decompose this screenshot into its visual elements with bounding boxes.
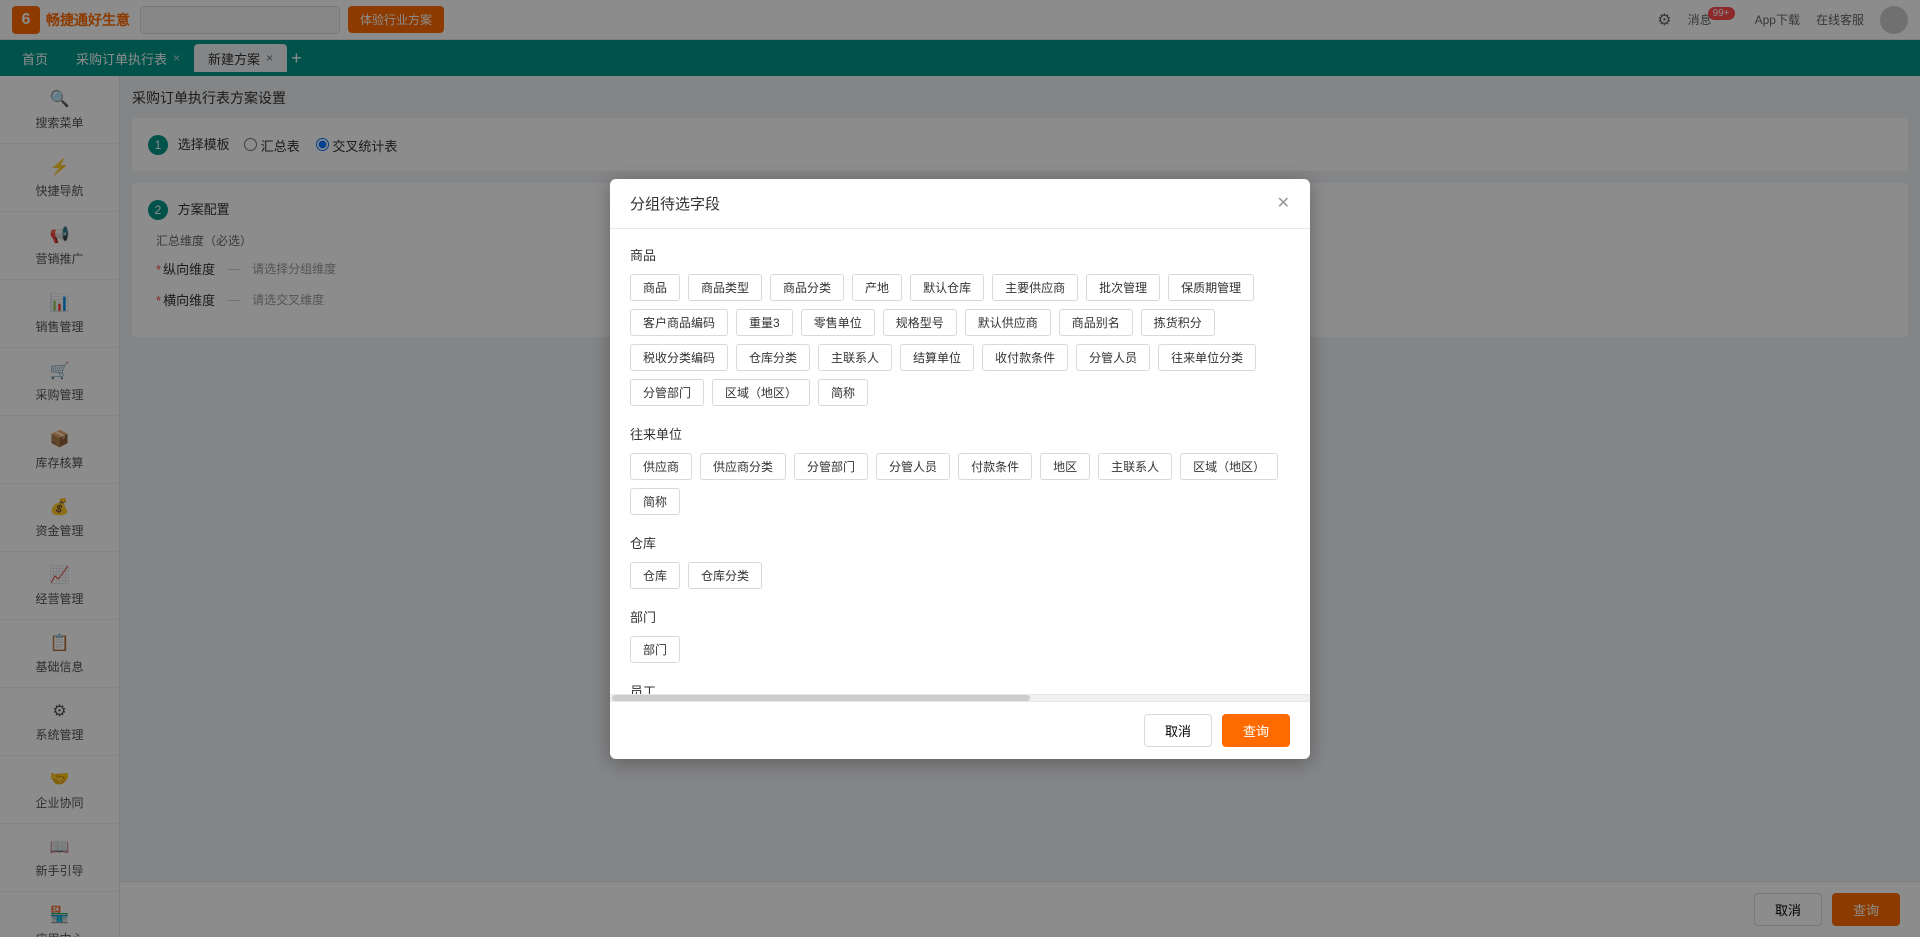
modal-overlay: 分组待选字段 ✕ 商品 商品 商品类型 商品分类 产地 默认仓库 主要供应商 批… bbox=[0, 0, 1920, 937]
field-tag-department[interactable]: 部门 bbox=[630, 636, 680, 663]
section-warehouse-title: 仓库 bbox=[630, 533, 1290, 552]
section-department-title: 部门 bbox=[630, 607, 1290, 626]
field-tag-sup-dept[interactable]: 分管部门 bbox=[794, 453, 868, 480]
field-tag-tax-code[interactable]: 税收分类编码 bbox=[630, 344, 728, 371]
field-tag-goods-type[interactable]: 商品类型 bbox=[688, 274, 762, 301]
modal-footer: 取消 查询 bbox=[610, 701, 1310, 759]
field-tag-goods-alias[interactable]: 商品别名 bbox=[1059, 309, 1133, 336]
field-tag-supervisor[interactable]: 分管人员 bbox=[1076, 344, 1150, 371]
field-tag-pick-score[interactable]: 拣货积分 bbox=[1141, 309, 1215, 336]
section-partner: 往来单位 供应商 供应商分类 分管部门 分管人员 付款条件 地区 主联系人 区域… bbox=[630, 424, 1290, 515]
field-tag-main-contact[interactable]: 主联系人 bbox=[818, 344, 892, 371]
section-employee-title: 员工 bbox=[630, 681, 1290, 694]
modal-hscrollbar[interactable] bbox=[610, 694, 1310, 701]
field-tag-warehouse[interactable]: 仓库 bbox=[630, 562, 680, 589]
field-tag-dept[interactable]: 分管部门 bbox=[630, 379, 704, 406]
section-goods: 商品 商品 商品类型 商品分类 产地 默认仓库 主要供应商 批次管理 保质期管理… bbox=[630, 245, 1290, 406]
field-tag-spec[interactable]: 规格型号 bbox=[883, 309, 957, 336]
field-tag-pay-terms[interactable]: 付款条件 bbox=[958, 453, 1032, 480]
field-select-modal: 分组待选字段 ✕ 商品 商品 商品类型 商品分类 产地 默认仓库 主要供应商 批… bbox=[610, 179, 1310, 759]
field-tag-supplier-cat[interactable]: 供应商分类 bbox=[700, 453, 786, 480]
field-tag-partner-cat[interactable]: 往来单位分类 bbox=[1158, 344, 1256, 371]
field-tag-goods[interactable]: 商品 bbox=[630, 274, 680, 301]
field-tag-origin[interactable]: 产地 bbox=[852, 274, 902, 301]
field-tag-goods-category[interactable]: 商品分类 bbox=[770, 274, 844, 301]
field-tag-main-contact2[interactable]: 主联系人 bbox=[1098, 453, 1172, 480]
section-employee: 员工 业务员 bbox=[630, 681, 1290, 694]
section-partner-tags: 供应商 供应商分类 分管部门 分管人员 付款条件 地区 主联系人 区域（地区） … bbox=[630, 453, 1290, 515]
field-tag-warehouse-category[interactable]: 仓库分类 bbox=[688, 562, 762, 589]
modal-close-btn[interactable]: ✕ bbox=[1277, 193, 1290, 213]
field-tag-settlement-unit[interactable]: 结算单位 bbox=[900, 344, 974, 371]
field-tag-region2[interactable]: 区域（地区） bbox=[1180, 453, 1278, 480]
section-warehouse: 仓库 仓库 仓库分类 bbox=[630, 533, 1290, 589]
field-tag-retail-unit[interactable]: 零售单位 bbox=[801, 309, 875, 336]
field-tag-region[interactable]: 区域（地区） bbox=[712, 379, 810, 406]
field-tag-warehouse-cat[interactable]: 仓库分类 bbox=[736, 344, 810, 371]
field-tag-sup-supervisor[interactable]: 分管人员 bbox=[876, 453, 950, 480]
section-partner-title: 往来单位 bbox=[630, 424, 1290, 443]
field-tag-short-name[interactable]: 简称 bbox=[818, 379, 868, 406]
field-tag-default-supplier[interactable]: 默认供应商 bbox=[965, 309, 1051, 336]
field-tag-short-name2[interactable]: 简称 bbox=[630, 488, 680, 515]
field-tag-batch-mgmt[interactable]: 批次管理 bbox=[1086, 274, 1160, 301]
section-department: 部门 部门 bbox=[630, 607, 1290, 663]
field-tag-shelf-life[interactable]: 保质期管理 bbox=[1168, 274, 1254, 301]
field-tag-supplier[interactable]: 供应商 bbox=[630, 453, 692, 480]
field-tag-main-supplier[interactable]: 主要供应商 bbox=[992, 274, 1078, 301]
modal-cancel-btn[interactable]: 取消 bbox=[1144, 714, 1212, 747]
field-tag-default-warehouse[interactable]: 默认仓库 bbox=[910, 274, 984, 301]
field-tag-weight[interactable]: 重量3 bbox=[736, 309, 793, 336]
modal-header: 分组待选字段 ✕ bbox=[610, 179, 1310, 229]
section-goods-tags: 商品 商品类型 商品分类 产地 默认仓库 主要供应商 批次管理 保质期管理 客户… bbox=[630, 274, 1290, 406]
section-goods-title: 商品 bbox=[630, 245, 1290, 264]
section-department-tags: 部门 bbox=[630, 636, 1290, 663]
field-tag-area[interactable]: 地区 bbox=[1040, 453, 1090, 480]
modal-confirm-btn[interactable]: 查询 bbox=[1222, 714, 1290, 747]
section-warehouse-tags: 仓库 仓库分类 bbox=[630, 562, 1290, 589]
field-tag-payment-terms[interactable]: 收付款条件 bbox=[982, 344, 1068, 371]
modal-body[interactable]: 商品 商品 商品类型 商品分类 产地 默认仓库 主要供应商 批次管理 保质期管理… bbox=[610, 229, 1310, 694]
field-tag-customer-code[interactable]: 客户商品编码 bbox=[630, 309, 728, 336]
modal-title: 分组待选字段 bbox=[630, 193, 720, 214]
